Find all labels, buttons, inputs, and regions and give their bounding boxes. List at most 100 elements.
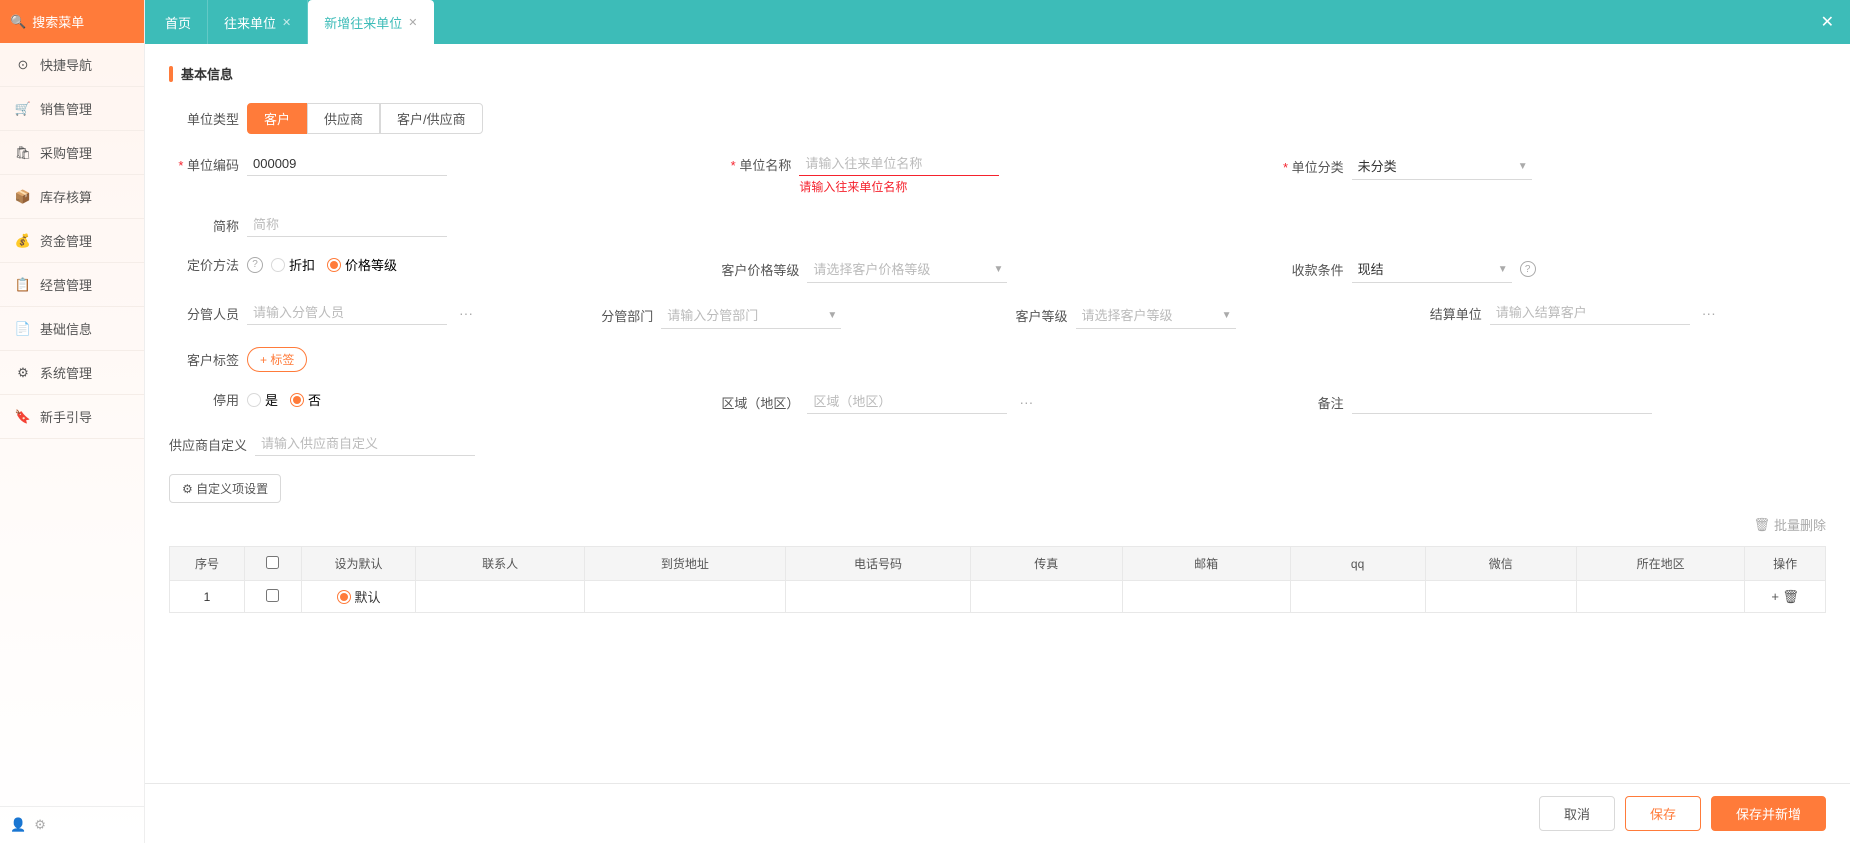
unit-category-value: 未分类 (1352, 152, 1532, 180)
tab-unit-list-close[interactable]: ✕ (282, 16, 291, 29)
unit-type-supplier-btn[interactable]: 供应商 (307, 103, 380, 134)
disabled-no-circle (290, 393, 304, 407)
row-region-input[interactable] (1621, 589, 1701, 604)
tab-home[interactable]: 首页 (149, 0, 208, 44)
customer-level-label: 客户等级 (998, 306, 1068, 325)
supplier-custom-row: 供应商自定义 (169, 432, 1826, 456)
batch-delete-button[interactable]: 🗑 批量删除 (1753, 515, 1826, 534)
guide-icon: 🔖 (14, 408, 32, 426)
remark-input[interactable] (1352, 390, 1652, 414)
tab-unit-list[interactable]: 往来单位 ✕ (208, 0, 308, 44)
region-ellipsis-btn[interactable]: ··· (1015, 394, 1037, 410)
disabled-no-label: 否 (308, 390, 321, 409)
col-default: 设为默认 (301, 547, 416, 581)
row-delete-btn[interactable]: 🗑 (1782, 589, 1799, 605)
settlement-ellipsis-btn[interactable]: ··· (1698, 305, 1720, 321)
pricing-discount-radio[interactable]: 折扣 (271, 255, 315, 274)
region-input[interactable] (807, 390, 1007, 414)
disabled-radios: 是 否 (247, 390, 321, 409)
sidebar-search[interactable]: 🔍 搜索菜单 (0, 0, 144, 43)
sidebar-item-basic[interactable]: 📄 基础信息 (0, 307, 144, 351)
row-select-checkbox[interactable] (266, 589, 279, 602)
short-name-input[interactable] (247, 213, 447, 237)
settings-icon[interactable]: ⚙ (34, 817, 46, 833)
customer-level-placeholder: 请选择客户等级 (1076, 301, 1236, 329)
tab-new-unit[interactable]: 新增往来单位 ✕ (308, 0, 434, 44)
phone-input[interactable] (833, 589, 923, 604)
sidebar-item-label: 快捷导航 (40, 55, 92, 74)
unit-type-customer-btn[interactable]: 客户 (247, 103, 307, 134)
region-group: 区域（地区） ··· (721, 390, 1273, 414)
sidebar-item-label: 经营管理 (40, 275, 92, 294)
payment-terms-help-icon[interactable]: ? (1520, 261, 1536, 277)
supplier-custom-label: 供应商自定义 (169, 435, 247, 454)
pricing-discount-circle (271, 258, 285, 272)
address-input[interactable] (635, 589, 735, 604)
col-region: 所在地区 (1577, 547, 1745, 581)
manager-dept-row: 分管人员 ··· 分管部门 请输入分管部门 ▼ 客户等级 请选择客户等级 ▼ 结… (169, 301, 1826, 329)
bottom-bar: 取消 保存 保存并新增 (145, 783, 1850, 843)
pricing-method-label: 定价方法 (169, 255, 239, 274)
window-close-button[interactable]: ✕ (1809, 8, 1846, 36)
cancel-button[interactable]: 取消 (1539, 796, 1615, 831)
tab-bar: 首页 往来单位 ✕ 新增往来单位 ✕ ✕ (145, 0, 1850, 44)
sidebar-item-inventory[interactable]: 📦 库存核算 (0, 175, 144, 219)
row-default: 默认 (301, 581, 416, 613)
contact-input[interactable] (460, 589, 540, 604)
email-input[interactable] (1166, 589, 1246, 604)
chart-icon: 📋 (14, 276, 32, 294)
row-region (1577, 581, 1745, 613)
disabled-yes-radio[interactable]: 是 (247, 390, 278, 409)
unit-type-both-btn[interactable]: 客户/供应商 (380, 103, 483, 134)
batch-delete-label: 批量删除 (1774, 515, 1826, 534)
manager-ellipsis-btn[interactable]: ··· (455, 305, 477, 321)
supplier-custom-input[interactable] (255, 432, 475, 456)
payment-terms-label: 收款条件 (1274, 260, 1344, 279)
sidebar-item-purchase[interactable]: 🛍 采购管理 (0, 131, 144, 175)
row-checkbox (244, 581, 301, 613)
save-new-button[interactable]: 保存并新增 (1711, 796, 1826, 831)
supplier-custom-group: 供应商自定义 (169, 432, 1826, 456)
manager-input[interactable] (247, 301, 447, 325)
custom-settings-button[interactable]: ⚙ 自定义项设置 (169, 474, 281, 503)
sidebar-item-sales[interactable]: 🛒 销售管理 (0, 87, 144, 131)
department-group: 分管部门 请输入分管部门 ▼ (583, 301, 997, 329)
tab-new-unit-close[interactable]: ✕ (408, 16, 417, 29)
unit-type-label: 单位类型 (169, 109, 239, 128)
fax-input[interactable] (1011, 589, 1081, 604)
sidebar-item-guide[interactable]: 🔖 新手引导 (0, 395, 144, 439)
row-default-radio[interactable]: 默认 (312, 587, 406, 606)
row-contact (416, 581, 584, 613)
section-header-basic: 基本信息 (169, 64, 1826, 83)
cart-icon: 🛒 (14, 100, 32, 118)
wechat-input[interactable] (1466, 589, 1536, 604)
gear-icon: ⚙ (14, 364, 32, 382)
pricing-method-help-icon[interactable]: ? (247, 257, 263, 273)
col-phone: 电话号码 (786, 547, 971, 581)
add-tag-button[interactable]: + 标签 (247, 347, 307, 372)
disabled-no-radio[interactable]: 否 (290, 390, 321, 409)
sidebar-item-label: 系统管理 (40, 363, 92, 382)
unit-name-input[interactable] (799, 152, 999, 176)
customer-tag-group: 客户标签 + 标签 (169, 347, 1826, 372)
sidebar-item-finance[interactable]: 💰 资金管理 (0, 219, 144, 263)
sidebar-item-quick-nav[interactable]: ⊙ 快捷导航 (0, 43, 144, 87)
department-wrapper: 请输入分管部门 ▼ (661, 301, 841, 329)
row-add-btn[interactable]: + (1771, 589, 1779, 604)
row-wechat (1425, 581, 1577, 613)
qq-input[interactable] (1328, 589, 1388, 604)
disabled-yes-label: 是 (265, 390, 278, 409)
settlement-input[interactable] (1490, 301, 1690, 325)
contact-table: 序号 设为默认 联系人 到货地址 电话号码 传真 邮箱 qq 微信 所在地区 操… (169, 546, 1826, 613)
sidebar-item-label: 资金管理 (40, 231, 92, 250)
unit-code-group: 单位编码 (169, 152, 721, 176)
bag-icon: 🛍 (14, 144, 32, 162)
save-button[interactable]: 保存 (1625, 796, 1701, 831)
payment-terms-wrapper: 现结 ▼ (1352, 255, 1512, 283)
sidebar-item-system[interactable]: ⚙ 系统管理 (0, 351, 144, 395)
row-qq (1290, 581, 1425, 613)
select-all-checkbox[interactable] (266, 556, 279, 569)
pricing-level-radio[interactable]: 价格等级 (327, 255, 397, 274)
unit-code-input[interactable] (247, 152, 447, 176)
sidebar-item-ops[interactable]: 📋 经营管理 (0, 263, 144, 307)
